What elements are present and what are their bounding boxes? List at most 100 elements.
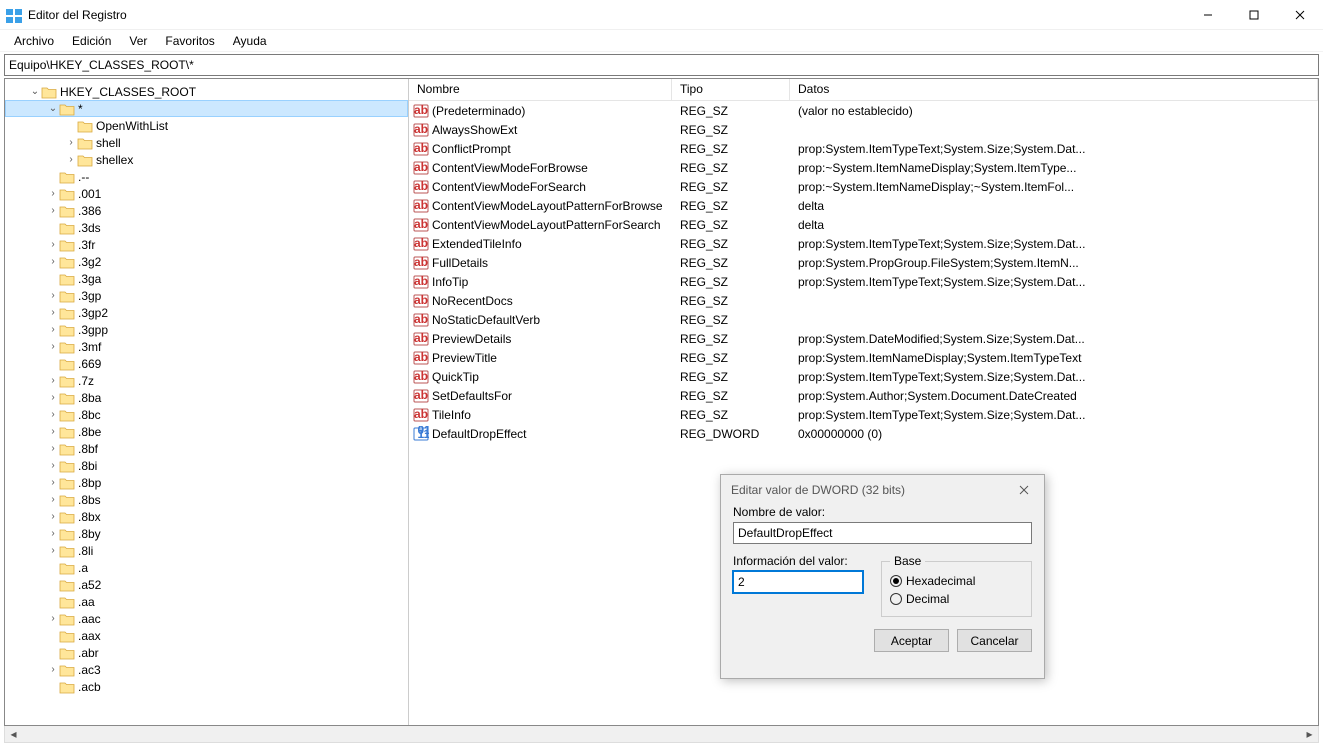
value-row[interactable]: TileInfoREG_SZprop:System.ItemTypeText;S… xyxy=(409,405,1318,424)
expander-icon[interactable]: › xyxy=(47,290,59,301)
tree-item[interactable]: .acb xyxy=(5,678,408,695)
tree-item[interactable]: ›.8ba xyxy=(5,389,408,406)
tree-item[interactable]: OpenWithList xyxy=(5,117,408,134)
dialog-close-button[interactable] xyxy=(1004,475,1044,505)
expander-icon[interactable]: › xyxy=(47,545,59,556)
expander-icon[interactable]: › xyxy=(47,324,59,335)
value-data-input[interactable] xyxy=(733,571,863,593)
tree-item[interactable]: ›.8bc xyxy=(5,406,408,423)
tree-item[interactable]: ›.3fr xyxy=(5,236,408,253)
maximize-button[interactable] xyxy=(1231,0,1277,30)
tree-item[interactable]: ›.ac3 xyxy=(5,661,408,678)
tree-item[interactable]: ⌄HKEY_CLASSES_ROOT xyxy=(5,83,408,100)
value-row[interactable]: ExtendedTileInfoREG_SZprop:System.ItemTy… xyxy=(409,234,1318,253)
expander-icon[interactable]: › xyxy=(47,613,59,624)
tree-item[interactable]: ›shell xyxy=(5,134,408,151)
expander-icon[interactable]: › xyxy=(47,426,59,437)
expander-icon[interactable]: › xyxy=(47,239,59,250)
expander-icon[interactable]: › xyxy=(47,477,59,488)
column-header-name[interactable]: Nombre xyxy=(409,79,672,100)
value-row[interactable]: ConflictPromptREG_SZprop:System.ItemType… xyxy=(409,139,1318,158)
menu-archivo[interactable]: Archivo xyxy=(6,32,62,50)
expander-icon[interactable]: › xyxy=(47,205,59,216)
column-header-data[interactable]: Datos xyxy=(790,79,1318,100)
tree-pane[interactable]: ⌄HKEY_CLASSES_ROOT⌄*OpenWithList›shell›s… xyxy=(5,79,409,725)
tree-item[interactable]: ›.3mf xyxy=(5,338,408,355)
tree-item[interactable]: .a52 xyxy=(5,576,408,593)
tree-item[interactable]: .abr xyxy=(5,644,408,661)
expander-icon[interactable]: › xyxy=(47,188,59,199)
menu-favoritos[interactable]: Favoritos xyxy=(157,32,222,50)
tree-item[interactable]: ›.8by xyxy=(5,525,408,542)
tree-item[interactable]: ›.7z xyxy=(5,372,408,389)
expander-icon[interactable]: › xyxy=(65,154,77,165)
tree-item[interactable]: .aax xyxy=(5,627,408,644)
menu-ver[interactable]: Ver xyxy=(121,32,155,50)
expander-icon[interactable]: ⌄ xyxy=(47,103,59,114)
value-row[interactable]: PreviewDetailsREG_SZprop:System.DateModi… xyxy=(409,329,1318,348)
expander-icon[interactable]: › xyxy=(47,460,59,471)
dialog-titlebar[interactable]: Editar valor de DWORD (32 bits) xyxy=(721,475,1044,505)
cancel-button[interactable]: Cancelar xyxy=(957,629,1032,652)
value-row[interactable]: (Predeterminado)REG_SZ(valor no establec… xyxy=(409,101,1318,120)
expander-icon[interactable]: › xyxy=(47,256,59,267)
value-row[interactable]: ContentViewModeLayoutPatternForSearchREG… xyxy=(409,215,1318,234)
tree-item[interactable]: ›.3g2 xyxy=(5,253,408,270)
tree-item[interactable]: ›.8bs xyxy=(5,491,408,508)
tree-item[interactable]: .aa xyxy=(5,593,408,610)
value-row[interactable]: DefaultDropEffectREG_DWORD0x00000000 (0) xyxy=(409,424,1318,443)
value-row[interactable]: AlwaysShowExtREG_SZ xyxy=(409,120,1318,139)
address-bar[interactable]: Equipo\HKEY_CLASSES_ROOT\* xyxy=(4,54,1319,76)
tree-item[interactable]: ›.8be xyxy=(5,423,408,440)
value-row[interactable]: ContentViewModeForBrowseREG_SZprop:~Syst… xyxy=(409,158,1318,177)
value-row[interactable]: NoRecentDocsREG_SZ xyxy=(409,291,1318,310)
value-row[interactable]: ContentViewModeLayoutPatternForBrowseREG… xyxy=(409,196,1318,215)
tree-item[interactable]: ›.8bx xyxy=(5,508,408,525)
value-name-input[interactable] xyxy=(733,522,1032,544)
value-row[interactable]: FullDetailsREG_SZprop:System.PropGroup.F… xyxy=(409,253,1318,272)
expander-icon[interactable]: › xyxy=(47,494,59,505)
value-row[interactable]: ContentViewModeForSearchREG_SZprop:~Syst… xyxy=(409,177,1318,196)
value-row[interactable]: SetDefaultsForREG_SZprop:System.Author;S… xyxy=(409,386,1318,405)
tree-item[interactable]: .a xyxy=(5,559,408,576)
menu-ayuda[interactable]: Ayuda xyxy=(225,32,275,50)
tree-item[interactable]: .669 xyxy=(5,355,408,372)
expander-icon[interactable]: › xyxy=(47,511,59,522)
tree-item[interactable]: ›.8bf xyxy=(5,440,408,457)
value-row[interactable]: PreviewTitleREG_SZprop:System.ItemNameDi… xyxy=(409,348,1318,367)
tree-item[interactable]: ›.3gpp xyxy=(5,321,408,338)
tree-item[interactable]: ›.8bi xyxy=(5,457,408,474)
expander-icon[interactable]: › xyxy=(47,392,59,403)
tree-item[interactable]: .-- xyxy=(5,168,408,185)
expander-icon[interactable]: › xyxy=(47,341,59,352)
tree-item[interactable]: ›.aac xyxy=(5,610,408,627)
ok-button[interactable]: Aceptar xyxy=(874,629,949,652)
value-row[interactable]: QuickTipREG_SZprop:System.ItemTypeText;S… xyxy=(409,367,1318,386)
tree-item[interactable]: ›.3gp xyxy=(5,287,408,304)
expander-icon[interactable]: › xyxy=(47,443,59,454)
expander-icon[interactable]: ⌄ xyxy=(29,86,41,97)
close-button[interactable] xyxy=(1277,0,1323,30)
radio-hexadecimal[interactable]: Hexadecimal xyxy=(890,572,1023,590)
horizontal-scrollbar[interactable]: ◂ ▸ xyxy=(4,726,1319,743)
menu-edicion[interactable]: Edición xyxy=(64,32,119,50)
scroll-right-icon[interactable]: ▸ xyxy=(1301,726,1318,742)
tree-item[interactable]: ›.8li xyxy=(5,542,408,559)
value-row[interactable]: NoStaticDefaultVerbREG_SZ xyxy=(409,310,1318,329)
tree-item[interactable]: ›.3gp2 xyxy=(5,304,408,321)
tree-item[interactable]: ›.386 xyxy=(5,202,408,219)
expander-icon[interactable]: › xyxy=(47,375,59,386)
expander-icon[interactable]: › xyxy=(47,664,59,675)
tree-item[interactable]: ›.8bp xyxy=(5,474,408,491)
tree-item[interactable]: ⌄* xyxy=(5,100,408,117)
minimize-button[interactable] xyxy=(1185,0,1231,30)
column-header-type[interactable]: Tipo xyxy=(672,79,790,100)
value-row[interactable]: InfoTipREG_SZprop:System.ItemTypeText;Sy… xyxy=(409,272,1318,291)
tree-item[interactable]: ›.001 xyxy=(5,185,408,202)
radio-decimal[interactable]: Decimal xyxy=(890,590,1023,608)
tree-item[interactable]: .3ga xyxy=(5,270,408,287)
expander-icon[interactable]: › xyxy=(47,409,59,420)
tree-item[interactable]: .3ds xyxy=(5,219,408,236)
expander-icon[interactable]: › xyxy=(47,307,59,318)
scroll-left-icon[interactable]: ◂ xyxy=(5,726,22,742)
